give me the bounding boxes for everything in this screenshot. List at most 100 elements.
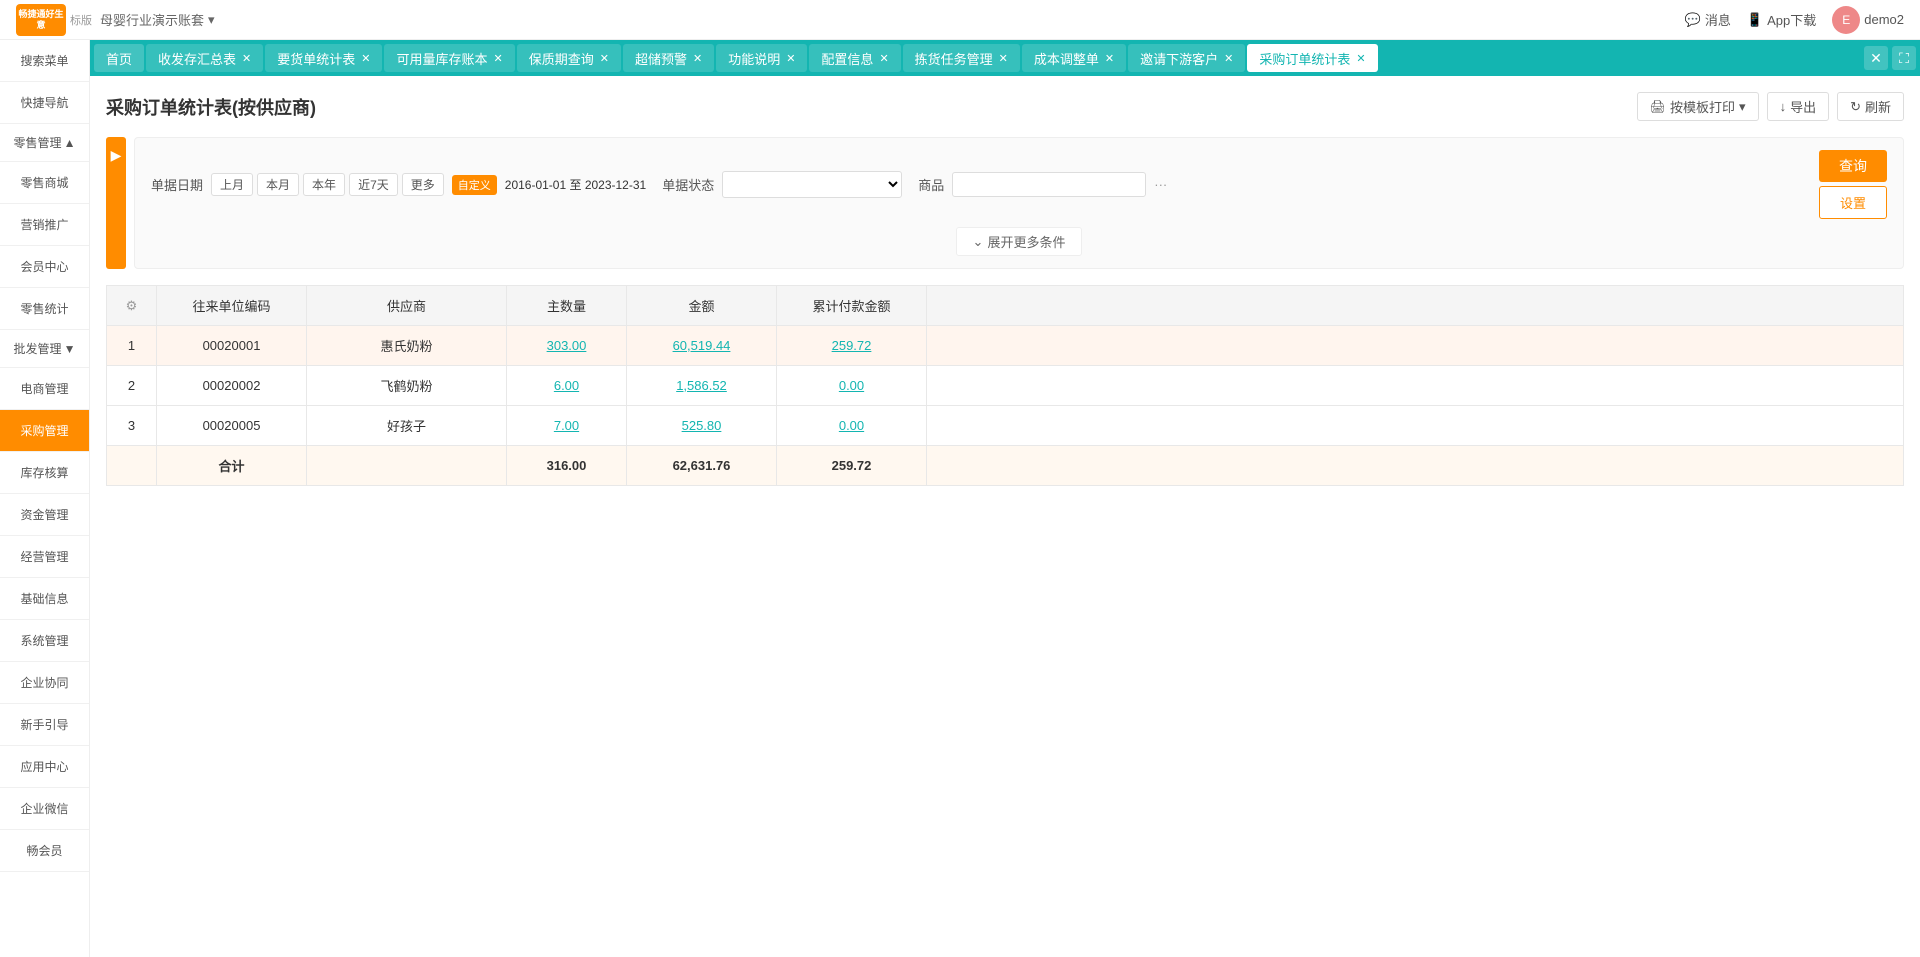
tab-cost-adjust[interactable]: 成本调整单 ✕ [1022,44,1126,72]
sidebar-item-newbie[interactable]: 新手引导 [0,704,89,746]
tab-inventory-book[interactable]: 可用量库存账本 ✕ [384,44,514,72]
close-icon[interactable]: ✕ [361,52,370,65]
tab-func-desc[interactable]: 功能说明 ✕ [716,44,807,72]
sidebar-item-marketing[interactable]: 营销推广 [0,204,89,246]
main-layout: 搜索菜单 快捷导航 零售管理 ▲ 零售商城 营销推广 会员中心 零售统计 批发管… [0,40,1920,957]
status-filter: 单据状态 [662,171,902,198]
avatar: E [1832,6,1860,34]
row-amount[interactable]: 1,586.52 [627,366,777,406]
sidebar-item-wechat[interactable]: 企业微信 [0,788,89,830]
sidebar-item-inventory[interactable]: 库存核算 [0,452,89,494]
sidebar-item-purchase[interactable]: 采购管理 [0,410,89,452]
close-icon[interactable]: ✕ [879,52,888,65]
arrow-right-icon: ▶ [111,147,122,164]
tab-purchase-order-stats[interactable]: 采购订单统计表 ✕ [1247,44,1377,72]
goods-label: 商品 [918,175,944,194]
sidebar-item-vip[interactable]: 畅会员 [0,830,89,872]
close-icon[interactable]: ✕ [242,52,251,65]
sidebar-item-retail-mgmt[interactable]: 零售管理 ▲ [0,124,89,162]
more-options-icon[interactable]: ··· [1154,177,1167,192]
sidebar-item-ecommerce[interactable]: 电商管理 [0,368,89,410]
row-amount[interactable]: 525.80 [627,406,777,446]
date-btn-more[interactable]: 更多 [402,173,444,196]
print-button[interactable]: 🖨 按模板打印 ▾ [1637,92,1759,121]
date-btn-7days[interactable]: 近7天 [349,173,398,196]
tab-picking-tasks[interactable]: 拣货任务管理 ✕ [903,44,1020,72]
date-btn-this-year[interactable]: 本年 [303,173,345,196]
chevron-icon: ▲ [64,136,76,150]
status-select[interactable] [722,171,902,198]
table-header: ⚙ 往来单位编码 供应商 主数量 金额 累计付款金额 [107,286,1904,326]
user-menu[interactable]: E demo2 [1832,6,1904,34]
close-icon[interactable]: ✕ [1224,52,1233,65]
goods-input[interactable] [952,172,1146,197]
sidebar-item-enterprise[interactable]: 企业协同 [0,662,89,704]
footer-label: 合计 [157,446,307,486]
date-btn-last-month[interactable]: 上月 [211,173,253,196]
tab-expand-button[interactable]: ⛶ [1892,46,1916,70]
header-actions: 🖨 按模板打印 ▾ ↓ 导出 ↻ 刷新 [1637,92,1905,121]
row-num: 3 [107,406,157,446]
message-icon: 💬 [1685,12,1701,28]
close-icon[interactable]: ✕ [1105,52,1114,65]
sidebar-item-retail-shop[interactable]: 零售商城 [0,162,89,204]
header-row: ⚙ 往来单位编码 供应商 主数量 金额 累计付款金额 [107,286,1904,326]
close-icon[interactable]: ✕ [1356,52,1365,65]
filter-section: ▶ 单据日期 上月 本月 本年 近7天 更多 [106,137,1904,269]
tab-overstock-warning[interactable]: 超储预警 ✕ [623,44,714,72]
filter-main: 单据日期 上月 本月 本年 近7天 更多 自定义 2016-01-01 至 20… [134,137,1904,269]
sidebar-item-finance[interactable]: 资金管理 [0,494,89,536]
settings-button[interactable]: 设置 [1819,186,1887,219]
expand-more-button[interactable]: ⌄ 展开更多条件 [956,227,1083,256]
sidebar-item-wholesale[interactable]: 批发管理 ▼ [0,330,89,368]
workspace-selector[interactable]: 母婴行业演示账套 ▾ [100,10,215,29]
tab-bar-actions: ✕ ⛶ [1864,46,1916,70]
tab-home[interactable]: 首页 [94,44,144,72]
page-header: 采购订单统计表(按供应商) 🖨 按模板打印 ▾ ↓ 导出 ↻ 刷新 [106,92,1904,121]
refresh-button[interactable]: ↻ 刷新 [1837,92,1904,121]
row-extra [927,366,1904,406]
status-label: 单据状态 [662,175,714,194]
filter-toggle[interactable]: ▶ [106,137,126,269]
app-logo: 畅捷通好生意 [16,4,66,36]
close-icon[interactable]: ✕ [786,52,795,65]
row-qty[interactable]: 6.00 [507,366,627,406]
sidebar-item-appstore[interactable]: 应用中心 [0,746,89,788]
export-button[interactable]: ↓ 导出 [1767,92,1830,121]
row-qty[interactable]: 303.00 [507,326,627,366]
refresh-icon: ↻ [1850,99,1861,115]
date-buttons: 上月 本月 本年 近7天 更多 [211,173,444,196]
app-download-button[interactable]: 📱 App下载 [1747,10,1816,29]
tab-close-button[interactable]: ✕ [1864,46,1888,70]
sidebar-item-quick-nav[interactable]: 快捷导航 [0,82,89,124]
row-qty[interactable]: 7.00 [507,406,627,446]
sidebar-item-basics[interactable]: 基础信息 [0,578,89,620]
tab-receive-summary[interactable]: 收发存汇总表 ✕ [146,44,263,72]
row-paid[interactable]: 0.00 [777,366,927,406]
filter-row-1: 单据日期 上月 本月 本年 近7天 更多 自定义 2016-01-01 至 20… [151,150,1887,219]
date-btn-this-month[interactable]: 本月 [257,173,299,196]
row-amount[interactable]: 60,519.44 [627,326,777,366]
close-icon[interactable]: ✕ [999,52,1008,65]
close-icon[interactable]: ✕ [600,52,609,65]
app-subtitle: 标版 [70,12,92,28]
tab-config-info[interactable]: 配置信息 ✕ [809,44,900,72]
tab-expiry-query[interactable]: 保质期查询 ✕ [517,44,621,72]
row-paid[interactable]: 0.00 [777,406,927,446]
sidebar-item-search[interactable]: 搜索菜单 [0,40,89,82]
sidebar-item-member[interactable]: 会员中心 [0,246,89,288]
tab-invite-downstream[interactable]: 邀请下游客户 ✕ [1128,44,1245,72]
close-icon[interactable]: ✕ [494,52,503,65]
query-button[interactable]: 查询 [1819,150,1887,182]
sidebar-item-operations[interactable]: 经营管理 [0,536,89,578]
sidebar-item-system[interactable]: 系统管理 [0,620,89,662]
footer-row: 合计 316.00 62,631.76 259.72 [107,446,1904,486]
message-button[interactable]: 💬 消息 [1685,10,1731,29]
close-icon[interactable]: ✕ [693,52,702,65]
row-supplier: 惠氏奶粉 [307,326,507,366]
row-paid[interactable]: 259.72 [777,326,927,366]
tab-order-stats[interactable]: 要货单统计表 ✕ [265,44,382,72]
sidebar-item-retail-stats[interactable]: 零售统计 [0,288,89,330]
column-settings-icon[interactable]: ⚙ [126,298,138,313]
chevron-down-icon: ⌄ [973,234,984,250]
